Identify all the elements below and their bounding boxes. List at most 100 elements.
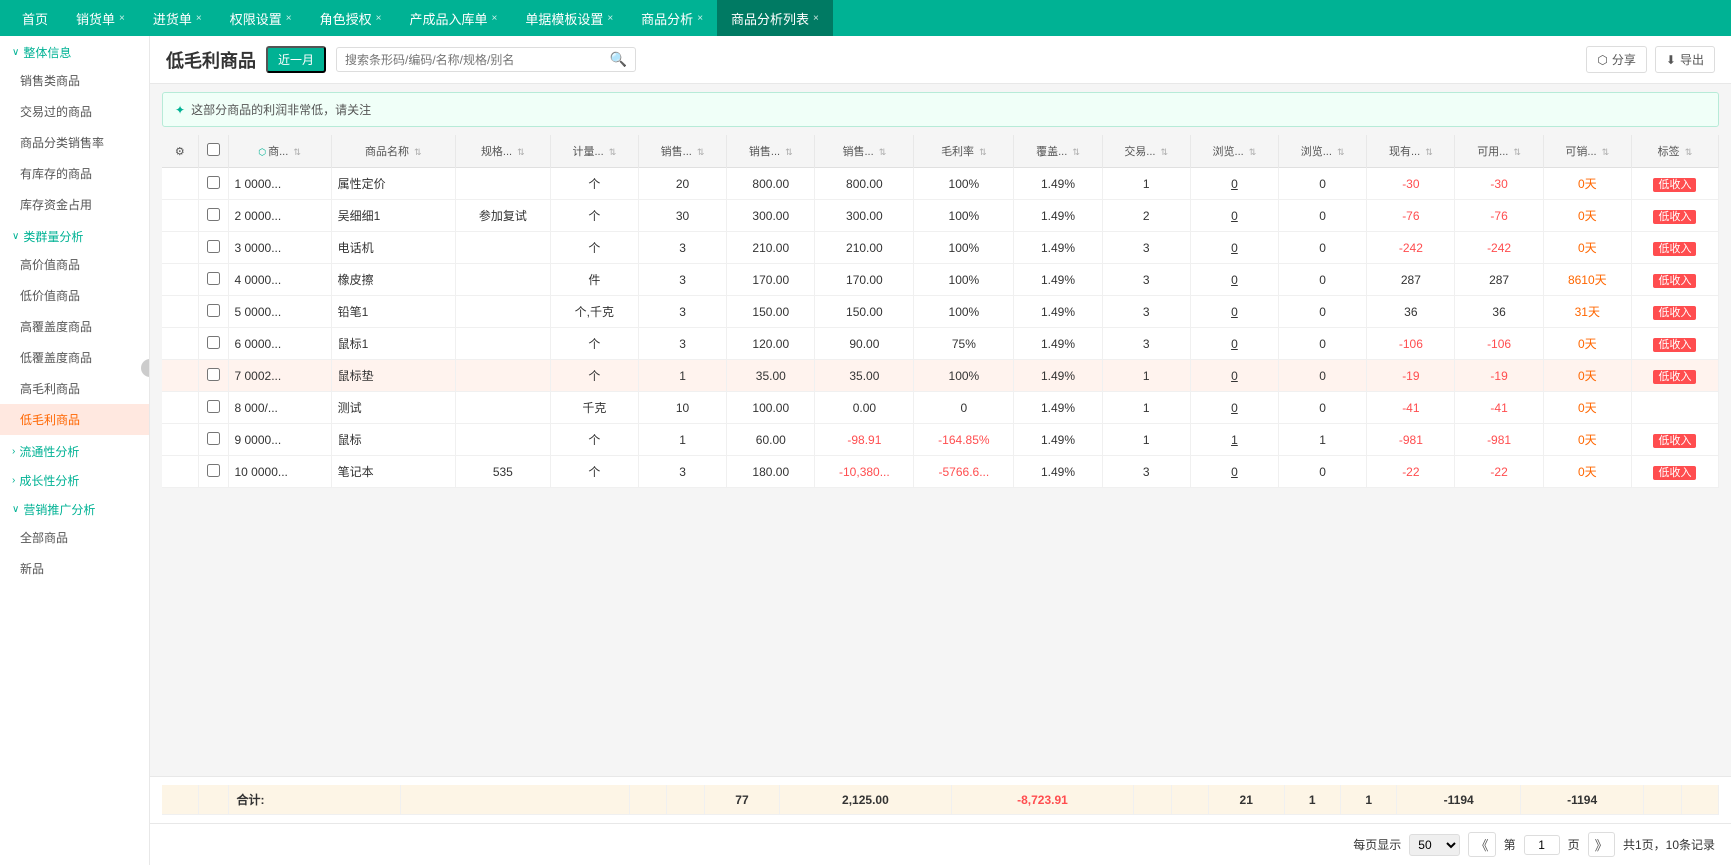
totals-price: 2,125.00: [780, 785, 951, 815]
sidebar-group-liquidity[interactable]: › 流通性分析: [0, 435, 149, 464]
cell-checkbox[interactable]: [198, 264, 228, 296]
sidebar-item-new-goods[interactable]: 新品: [0, 553, 149, 584]
row-checkbox[interactable]: [207, 432, 220, 445]
nav-template[interactable]: 单据模板设置×: [511, 0, 627, 36]
sort-qty-icon: ⇅: [697, 147, 705, 157]
th-checkbox[interactable]: [198, 135, 228, 168]
sidebar-item-low-coverage[interactable]: 低覆盖度商品: [0, 342, 149, 373]
th-current-stock[interactable]: 现有... ⇅: [1367, 135, 1455, 168]
table-container[interactable]: ⚙ ⬡商... ⇅ 商品名称 ⇅ 规格... ⇅ 计量... ⇅ 销售... ⇅…: [150, 135, 1731, 776]
close-product-icon[interactable]: ×: [491, 13, 497, 24]
cell-browse1[interactable]: 0: [1190, 264, 1278, 296]
nav-goods-analysis[interactable]: 商品分析×: [627, 0, 717, 36]
sidebar-item-low-value[interactable]: 低价值商品: [0, 280, 149, 311]
prev-page-btn[interactable]: 《: [1468, 832, 1495, 857]
row-checkbox[interactable]: [207, 464, 220, 477]
nav-product-inbound[interactable]: 产成品入库单×: [395, 0, 511, 36]
sidebar-item-low-margin[interactable]: 低毛利商品: [0, 404, 149, 435]
close-analysis-list-icon[interactable]: ×: [813, 13, 819, 24]
nav-purchase[interactable]: 进货单×: [139, 0, 216, 36]
cell-checkbox[interactable]: [198, 232, 228, 264]
date-filter-btn[interactable]: 近一月: [266, 46, 326, 73]
cell-browse1[interactable]: 0: [1190, 456, 1278, 488]
cell-available: -30: [1455, 168, 1543, 200]
sidebar-item-high-value[interactable]: 高价值商品: [0, 249, 149, 280]
close-goods-icon[interactable]: ×: [697, 13, 703, 24]
per-page-select[interactable]: 50 100 200: [1409, 834, 1460, 856]
th-unit[interactable]: 计量... ⇅: [550, 135, 638, 168]
row-checkbox[interactable]: [207, 272, 220, 285]
nav-home[interactable]: 首页: [8, 0, 62, 36]
row-checkbox[interactable]: [207, 336, 220, 349]
cell-checkbox[interactable]: [198, 392, 228, 424]
page-input[interactable]: [1524, 835, 1560, 855]
search-input[interactable]: [345, 53, 610, 67]
next-page-btn[interactable]: 》: [1588, 832, 1615, 857]
sidebar-item-traded-goods[interactable]: 交易过的商品: [0, 96, 149, 127]
th-name[interactable]: 商品名称 ⇅: [331, 135, 455, 168]
sidebar-item-stock-capital[interactable]: 库存资金占用: [0, 189, 149, 220]
close-template-icon[interactable]: ×: [607, 13, 613, 24]
cell-browse1[interactable]: 0: [1190, 232, 1278, 264]
sidebar-item-high-margin[interactable]: 高毛利商品: [0, 373, 149, 404]
th-sales-profit[interactable]: 销售... ⇅: [815, 135, 914, 168]
sidebar-item-category-rate[interactable]: 商品分类销售率: [0, 127, 149, 158]
th-settings[interactable]: ⚙: [162, 135, 198, 168]
th-coverage[interactable]: 覆盖... ⇅: [1014, 135, 1102, 168]
th-sales-price[interactable]: 销售... ⇅: [727, 135, 815, 168]
nav-sales[interactable]: 销货单×: [62, 0, 139, 36]
row-checkbox[interactable]: [207, 400, 220, 413]
sidebar-item-all-goods[interactable]: 全部商品: [0, 522, 149, 553]
th-available[interactable]: 可用... ⇅: [1455, 135, 1543, 168]
table-row: 8 000/... 测试 千克 10 100.00 0.00 0 1.49% 1…: [162, 392, 1719, 424]
th-browse1[interactable]: 浏览... ⇅: [1190, 135, 1278, 168]
sidebar-item-high-coverage[interactable]: 高覆盖度商品: [0, 311, 149, 342]
cell-checkbox[interactable]: [198, 168, 228, 200]
cell-browse1[interactable]: 0: [1190, 328, 1278, 360]
cell-browse1[interactable]: 0: [1190, 200, 1278, 232]
th-gross-margin[interactable]: 毛利率 ⇅: [914, 135, 1014, 168]
table-row: 4 0000... 橡皮擦 件 3 170.00 170.00 100% 1.4…: [162, 264, 1719, 296]
sidebar-group-cluster[interactable]: ∨ 类群量分析: [0, 220, 149, 249]
row-checkbox[interactable]: [207, 304, 220, 317]
cell-checkbox[interactable]: [198, 360, 228, 392]
share-btn[interactable]: ⬡ 分享: [1586, 46, 1647, 73]
cell-browse1[interactable]: 0: [1190, 296, 1278, 328]
th-sales-qty[interactable]: 销售... ⇅: [638, 135, 726, 168]
th-browse2[interactable]: 浏览... ⇅: [1279, 135, 1367, 168]
close-purchase-icon[interactable]: ×: [196, 13, 202, 24]
th-spec[interactable]: 规格... ⇅: [455, 135, 550, 168]
close-permissions-icon[interactable]: ×: [286, 13, 292, 24]
nav-permissions[interactable]: 权限设置×: [216, 0, 306, 36]
close-sales-icon[interactable]: ×: [119, 13, 125, 24]
cell-browse1[interactable]: 0: [1190, 168, 1278, 200]
cell-checkbox[interactable]: [198, 424, 228, 456]
row-checkbox[interactable]: [207, 176, 220, 189]
sidebar-group-general[interactable]: ∨ 整体信息: [0, 36, 149, 65]
cell-checkbox[interactable]: [198, 296, 228, 328]
cell-browse1[interactable]: 1: [1190, 424, 1278, 456]
th-trade[interactable]: 交易... ⇅: [1102, 135, 1190, 168]
cell-coverage: 1.49%: [1014, 424, 1102, 456]
nav-role-auth[interactable]: 角色授权×: [306, 0, 396, 36]
select-all-checkbox[interactable]: [207, 143, 220, 156]
nav-goods-analysis-list[interactable]: 商品分析列表×: [717, 0, 833, 36]
sidebar-item-sales-goods[interactable]: 销售类商品: [0, 65, 149, 96]
cell-unit: 个: [550, 328, 638, 360]
export-btn[interactable]: ⬇ 导出: [1655, 46, 1715, 73]
close-role-icon[interactable]: ×: [376, 13, 382, 24]
sidebar-group-marketing[interactable]: ∨ 营销推广分析: [0, 493, 149, 522]
row-checkbox[interactable]: [207, 240, 220, 253]
th-tag[interactable]: 标签 ⇅: [1631, 135, 1718, 168]
cell-checkbox[interactable]: [198, 200, 228, 232]
cell-browse1[interactable]: 0: [1190, 392, 1278, 424]
sidebar-group-growth[interactable]: › 成长性分析: [0, 464, 149, 493]
th-code[interactable]: ⬡商... ⇅: [228, 135, 331, 168]
row-checkbox[interactable]: [207, 368, 220, 381]
sidebar-item-instock-goods[interactable]: 有库存的商品: [0, 158, 149, 189]
cell-checkbox[interactable]: [198, 328, 228, 360]
cell-browse1[interactable]: 0: [1190, 360, 1278, 392]
cell-checkbox[interactable]: [198, 456, 228, 488]
th-saleable[interactable]: 可销... ⇅: [1543, 135, 1631, 168]
row-checkbox[interactable]: [207, 208, 220, 221]
